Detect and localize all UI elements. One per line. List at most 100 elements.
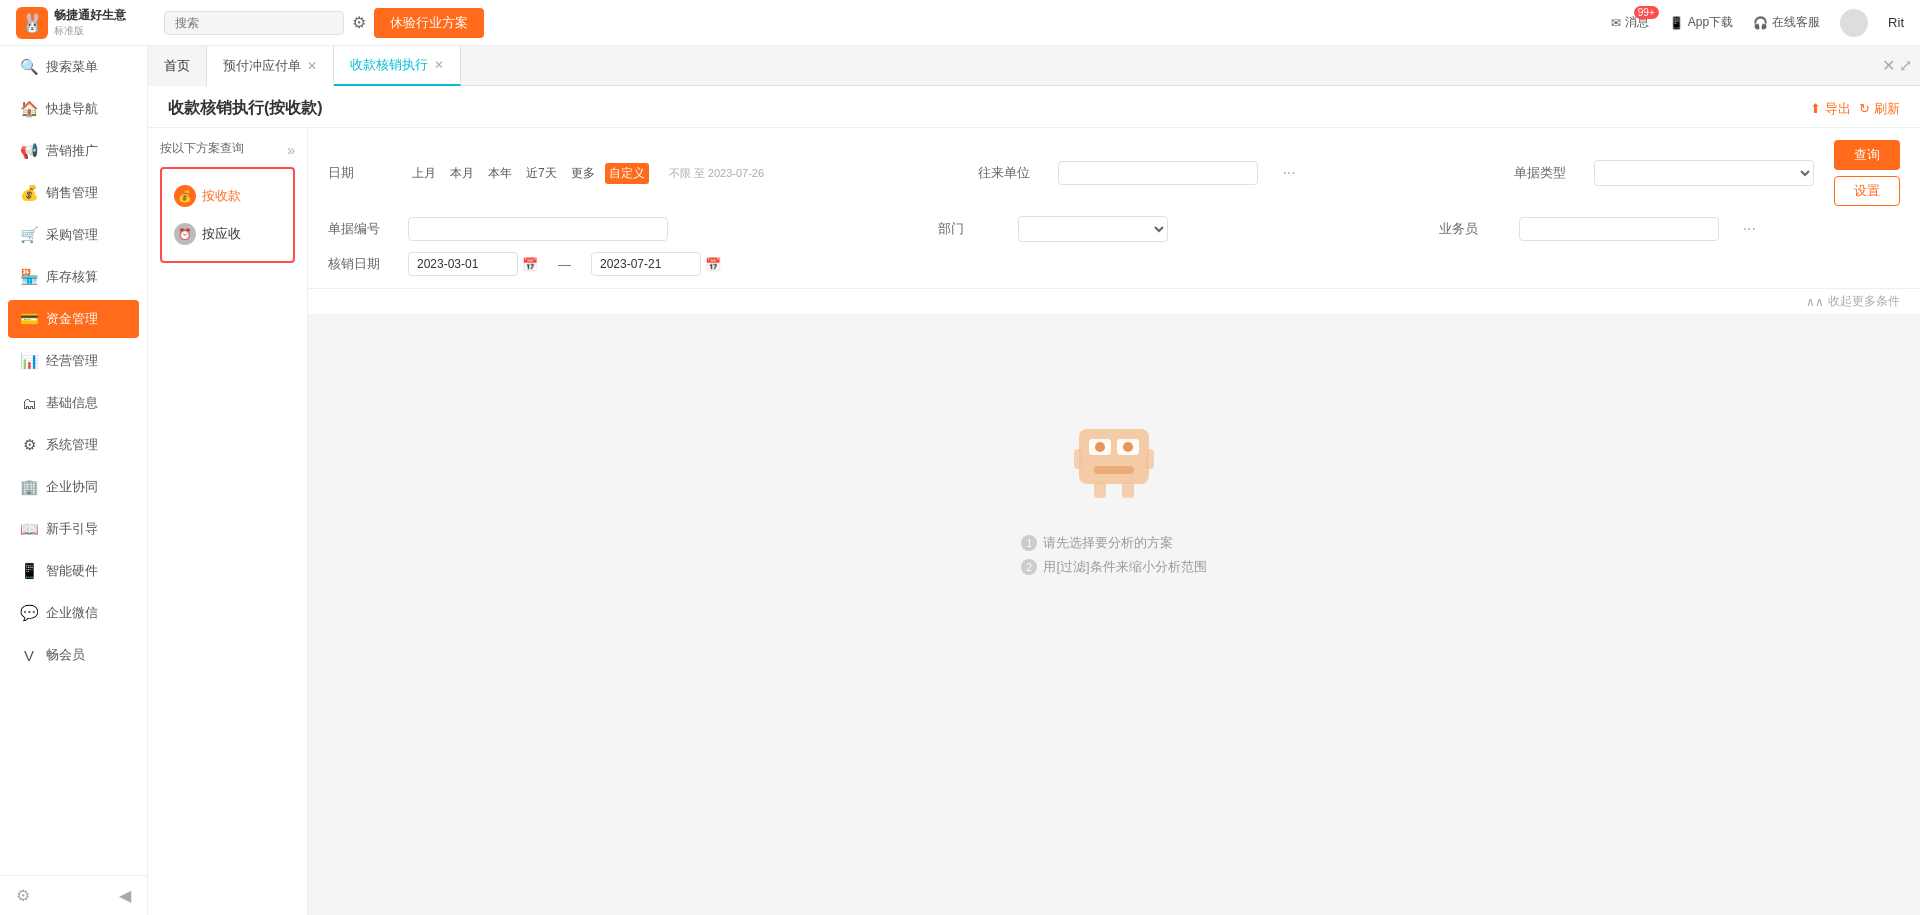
settings-bottom-icon[interactable]: ⚙ xyxy=(16,886,30,905)
industry-button[interactable]: 休验行业方案 xyxy=(374,8,484,38)
sidebar-item-system[interactable]: ⚙系统管理 xyxy=(0,424,147,466)
sidebar-icon-inventory: 🏪 xyxy=(20,268,38,286)
online-service-action[interactable]: 🎧 在线客服 xyxy=(1753,14,1820,31)
close-tab-btn[interactable]: ✕ xyxy=(1882,56,1895,75)
svg-rect-6 xyxy=(1074,449,1082,469)
collapse-arrows-icon: ∧∧ xyxy=(1806,295,1824,309)
left-panel-title: 按以下方案查询 xyxy=(160,140,244,157)
doc-type-select[interactable] xyxy=(1594,160,1814,186)
writeoff-date-end-group: 📅 xyxy=(591,252,721,276)
headset-icon: 🎧 xyxy=(1753,16,1768,30)
writeoff-date-start-input[interactable] xyxy=(408,252,518,276)
sidebar-label-marketing: 营销推广 xyxy=(46,142,98,160)
date-btn-last-month[interactable]: 上月 xyxy=(408,163,440,184)
writeoff-date-end-input[interactable] xyxy=(591,252,701,276)
user-avatar[interactable] xyxy=(1840,9,1868,37)
page-actions: ⬆ 导出 ↻ 刷新 xyxy=(1810,100,1900,118)
sidebar-icon-member: V xyxy=(20,647,38,664)
top-bar: 🐰 畅捷通好生意 标准版 ⚙ 休验行业方案 ✉ 消息 99+ 📱 App下载 🎧… xyxy=(0,0,1920,46)
collapse-more-area: ∧∧ 收起更多条件 xyxy=(308,289,1920,314)
refresh-button[interactable]: ↻ 刷新 xyxy=(1859,100,1900,118)
calendar-start-icon[interactable]: 📅 xyxy=(522,257,538,272)
svg-point-3 xyxy=(1095,442,1105,452)
collapse-sidebar-icon[interactable]: ◀ xyxy=(119,886,131,905)
counterparty-more-btn[interactable]: ··· xyxy=(1278,164,1299,182)
svg-rect-0 xyxy=(1079,429,1149,484)
sidebar-item-wechat[interactable]: 💬 企业微信 xyxy=(0,592,147,634)
filter-receipt-label: 按收款 xyxy=(202,187,241,205)
left-panel-collapse-btn[interactable]: » xyxy=(287,142,295,158)
export-button[interactable]: ⬆ 导出 xyxy=(1810,100,1851,118)
department-select[interactable] xyxy=(1018,216,1168,242)
tab-home[interactable]: 首页 xyxy=(148,46,207,86)
sidebar-item-search[interactable]: 🔍搜索菜单 xyxy=(0,46,147,88)
staff-input[interactable] xyxy=(1519,217,1719,241)
filter-by-receipt[interactable]: 💰 按收款 xyxy=(170,177,285,215)
sidebar-item-member[interactable]: V畅会员 xyxy=(0,634,147,676)
tab-close-collection[interactable]: ✕ xyxy=(434,58,444,72)
doc-number-input[interactable] xyxy=(408,217,668,241)
sidebar-label-inventory: 库存核算 xyxy=(46,268,98,286)
calendar-end-icon[interactable]: 📅 xyxy=(705,257,721,272)
user-name[interactable]: Rit xyxy=(1888,15,1904,30)
app-download-action[interactable]: 📱 App下载 xyxy=(1669,14,1733,31)
sidebar-label-search: 搜索菜单 xyxy=(46,58,98,76)
sidebar-icon-sales: 💰 xyxy=(20,184,38,202)
tab-collection[interactable]: 收款核销执行 ✕ xyxy=(334,46,461,86)
tip-num-1: 1 xyxy=(1021,535,1037,551)
sidebar-item-guide[interactable]: 📖新手引导 xyxy=(0,508,147,550)
sidebar-label-finance: 资金管理 xyxy=(46,310,98,328)
sidebar-item-hardware[interactable]: 📱智能硬件 xyxy=(0,550,147,592)
sidebar-item-sales[interactable]: 💰销售管理 xyxy=(0,172,147,214)
date-btn-this-month[interactable]: 本月 xyxy=(446,163,478,184)
empty-tips: 1 请先选择要分析的方案 2 用[过滤]条件来缩小分析范围 xyxy=(1021,534,1206,582)
sidebar-item-inventory[interactable]: 🏪 库存核算 xyxy=(0,256,147,298)
doc-number-label: 单据编号 xyxy=(328,220,388,238)
date-no-limit: 不限 至 2023-07-26 xyxy=(669,166,764,181)
filter-row-writeoff: 核销日期 📅 — 📅 xyxy=(328,252,1900,276)
sidebar-item-purchase[interactable]: 🛒采购管理 xyxy=(0,214,147,256)
sidebar-item-basic[interactable]: 🗂基础信息 xyxy=(0,382,147,424)
sidebar-item-shortcut[interactable]: 🏠快捷导航 xyxy=(0,88,147,130)
sidebar-item-marketing[interactable]: 📢营销推广 xyxy=(0,130,147,172)
svg-rect-9 xyxy=(1122,482,1134,498)
collapse-more-btn[interactable]: ∧∧ 收起更多条件 xyxy=(1806,293,1900,310)
logo-text: 畅捷通好生意 标准版 xyxy=(54,7,126,38)
sidebar-label-purchase: 采购管理 xyxy=(46,226,98,244)
search-input[interactable] xyxy=(164,11,344,35)
tip-text-1: 请先选择要分析的方案 xyxy=(1043,534,1173,552)
sidebar-label-shortcut: 快捷导航 xyxy=(46,100,98,118)
sidebar-label-wechat: 企业微信 xyxy=(46,604,98,622)
date-dash: — xyxy=(558,257,571,272)
sidebar-item-finance[interactable]: 💳 资金管理 xyxy=(8,300,139,338)
sidebar-icon-wechat: 💬 xyxy=(20,604,38,622)
left-panel: 按以下方案查询 » 💰 按收款 ⏰ 按应收 xyxy=(148,128,308,915)
filter-actions: 查询 设置 xyxy=(1834,140,1900,206)
date-btn-this-year[interactable]: 本年 xyxy=(484,163,516,184)
sidebar-icon-finance: 💳 xyxy=(20,310,38,328)
query-button[interactable]: 查询 xyxy=(1834,140,1900,170)
settings-button[interactable]: 设置 xyxy=(1834,176,1900,206)
date-btn-custom[interactable]: 自定义 xyxy=(605,163,649,184)
phone-icon: 📱 xyxy=(1669,16,1684,30)
counterparty-input[interactable] xyxy=(1058,161,1258,185)
tab-label-collection: 收款核销执行 xyxy=(350,56,428,74)
sidebar-icon-system: ⚙ xyxy=(20,436,38,454)
tab-label-prepay: 预付冲应付单 xyxy=(223,57,301,75)
expand-tab-btn[interactable]: ⤢ xyxy=(1899,56,1912,75)
tab-prepay[interactable]: 预付冲应付单 ✕ xyxy=(207,46,334,86)
filter-by-receivable[interactable]: ⏰ 按应收 xyxy=(170,215,285,253)
staff-more-btn[interactable]: ··· xyxy=(1739,220,1760,238)
filter-receivable-label: 按应收 xyxy=(202,225,241,243)
sidebar-item-enterprise[interactable]: 🏢企业协同 xyxy=(0,466,147,508)
message-action[interactable]: ✉ 消息 99+ xyxy=(1611,14,1649,31)
settings-icon[interactable]: ⚙ xyxy=(352,13,366,32)
tip-text-2: 用[过滤]条件来缩小分析范围 xyxy=(1043,558,1206,576)
tab-bar: 首页预付冲应付单 ✕ 收款核销执行 ✕ ✕ ⤢ xyxy=(148,46,1920,86)
date-btn-more[interactable]: 更多 xyxy=(567,163,599,184)
app-logo: 🐰 畅捷通好生意 标准版 xyxy=(16,7,164,39)
date-btn-7days[interactable]: 近7天 xyxy=(522,163,561,184)
tab-close-prepay[interactable]: ✕ xyxy=(307,59,317,73)
svg-point-4 xyxy=(1123,442,1133,452)
sidebar-item-operations[interactable]: 📊经营管理 xyxy=(0,340,147,382)
